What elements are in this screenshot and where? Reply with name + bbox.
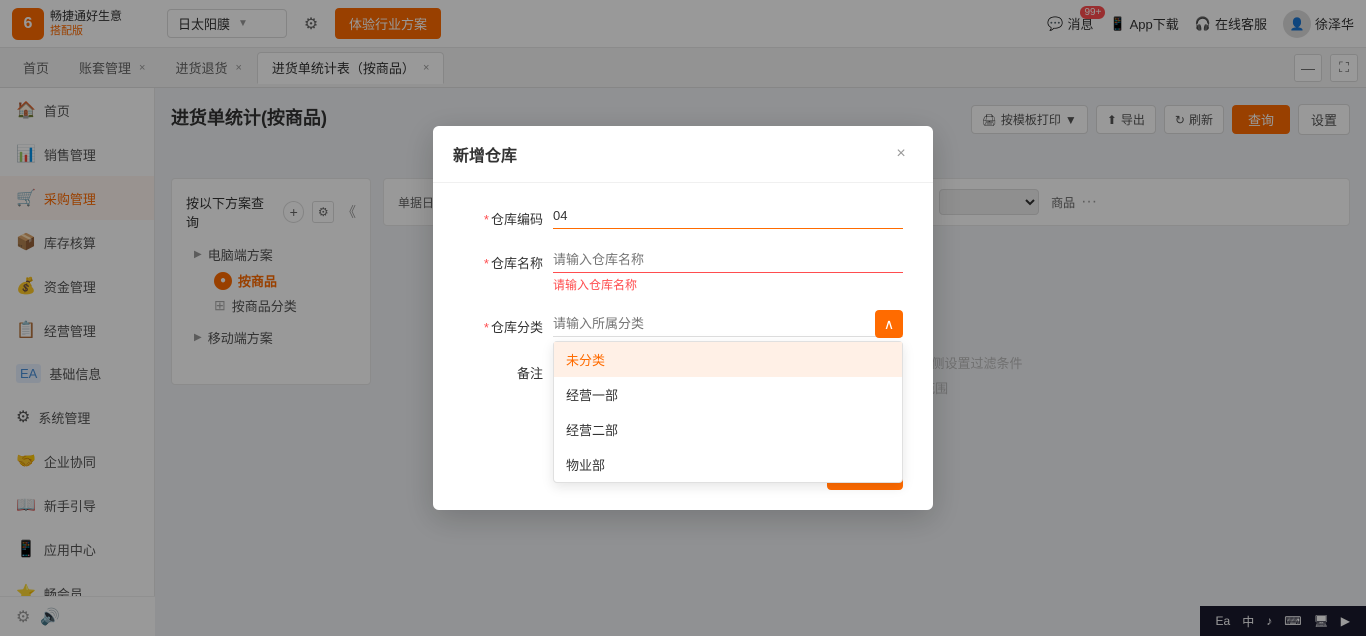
dropdown-option-1[interactable]: 经营一部 — [554, 377, 902, 412]
modal-body: *仓库编码 *仓库名称 请输入仓库名称 *仓库分类 — [433, 183, 933, 446]
category-dropdown-arrow[interactable]: ∧ — [875, 310, 903, 338]
category-dropdown-list: 未分类 经营一部 经营二部 物业部 — [553, 341, 903, 483]
form-row-category: *仓库分类 ∧ 未分类 经营一部 经营二部 物业部 — [463, 311, 903, 337]
name-input[interactable] — [553, 247, 903, 273]
modal-title: 新增仓库 — [453, 142, 517, 166]
form-row-code: *仓库编码 — [463, 203, 903, 229]
category-input[interactable] — [553, 311, 903, 337]
dropdown-option-0[interactable]: 未分类 — [554, 342, 902, 377]
code-input[interactable] — [553, 203, 903, 229]
modal-overlay[interactable]: 新增仓库 × *仓库编码 *仓库名称 请输入仓库名称 — [0, 0, 1366, 636]
name-error-msg: 请输入仓库名称 — [553, 276, 903, 293]
code-label: *仓库编码 — [463, 203, 543, 228]
category-field: ∧ 未分类 经营一部 经营二部 物业部 — [553, 311, 903, 337]
notes-label: 备注 — [463, 355, 543, 382]
modal-header: 新增仓库 × — [433, 126, 933, 183]
category-dropdown: ∧ 未分类 经营一部 经营二部 物业部 — [553, 311, 903, 337]
modal-close-btn[interactable]: × — [889, 142, 913, 166]
name-field: 请输入仓库名称 — [553, 247, 903, 293]
modal-new-warehouse: 新增仓库 × *仓库编码 *仓库名称 请输入仓库名称 — [433, 126, 933, 510]
name-label: *仓库名称 — [463, 247, 543, 272]
dropdown-option-2[interactable]: 经营二部 — [554, 412, 902, 447]
form-row-name: *仓库名称 请输入仓库名称 — [463, 247, 903, 293]
category-label: *仓库分类 — [463, 311, 543, 336]
dropdown-option-3[interactable]: 物业部 — [554, 447, 902, 482]
code-field — [553, 203, 903, 229]
